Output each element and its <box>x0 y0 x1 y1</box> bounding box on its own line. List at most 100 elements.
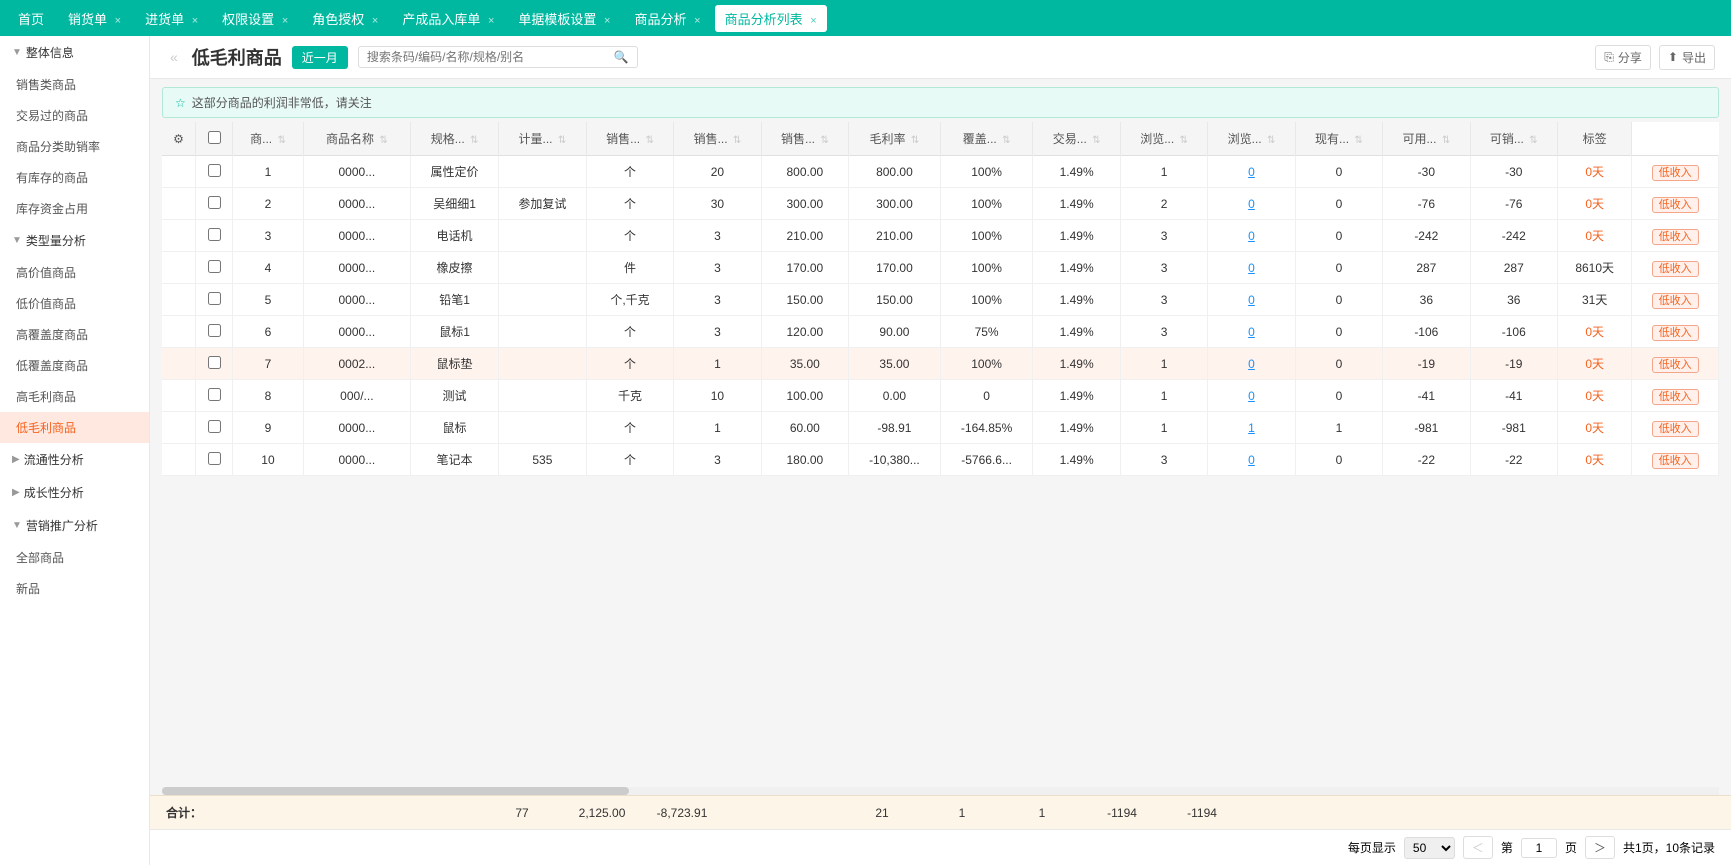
sidebar-item-all-products[interactable]: 全部商品 <box>0 542 149 573</box>
sidebar-group-overall[interactable]: ▼ 整体信息 <box>0 36 149 69</box>
close-icon[interactable]: × <box>488 15 494 27</box>
close-icon[interactable]: × <box>372 15 378 27</box>
nav-permission[interactable]: 权限设置 × <box>212 5 298 32</box>
th-unit[interactable]: 计量... ⇅ <box>498 122 586 156</box>
sidebar-group-growth[interactable]: ▶ 成长性分析 <box>0 476 149 509</box>
th-gross-rate[interactable]: 毛利率 ⇅ <box>849 122 941 156</box>
share-button[interactable]: ⎘ 分享 <box>1595 45 1651 70</box>
sidebar-collapse-button[interactable]: « <box>166 45 182 69</box>
th-sales-qty[interactable]: 销售... ⇅ <box>586 122 673 156</box>
row-select-checkbox[interactable] <box>208 260 221 273</box>
nav-home[interactable]: 首页 <box>8 5 54 32</box>
th-coverage[interactable]: 覆盖... ⇅ <box>940 122 1033 156</box>
sidebar-item-category-sales-rate[interactable]: 商品分类助销率 <box>0 131 149 162</box>
close-icon[interactable]: × <box>115 15 121 27</box>
th-code[interactable]: 商... ⇅ <box>233 122 303 156</box>
horizontal-scrollbar[interactable] <box>162 787 1719 795</box>
sidebar-item-low-margin[interactable]: 低毛利商品 <box>0 412 149 443</box>
row-checkbox[interactable] <box>195 284 232 316</box>
sidebar-item-low-coverage[interactable]: 低覆盖度商品 <box>0 350 149 381</box>
th-sales-price[interactable]: 销售... ⇅ <box>674 122 761 156</box>
sidebar-item-high-margin[interactable]: 高毛利商品 <box>0 381 149 412</box>
row-checkbox[interactable] <box>195 188 232 220</box>
page-size-select[interactable]: 50 100 200 <box>1404 837 1455 859</box>
row-browse1[interactable]: 0 <box>1208 316 1295 348</box>
sidebar-item-new-products[interactable]: 新品 <box>0 573 149 604</box>
export-button[interactable]: ⬆ 导出 <box>1659 45 1715 70</box>
table-row: 4 0000... 橡皮擦 件 3 170.00 170.00 100% 1.4… <box>162 252 1719 284</box>
sidebar-group-type-analysis[interactable]: ▼ 类型量分析 <box>0 224 149 257</box>
row-browse1[interactable]: 0 <box>1208 188 1295 220</box>
row-checkbox[interactable] <box>195 316 232 348</box>
row-checkbox[interactable] <box>195 220 232 252</box>
th-tag[interactable]: 标签 <box>1557 122 1631 156</box>
row-browse1[interactable]: 0 <box>1208 156 1295 188</box>
select-all-checkbox[interactable] <box>208 131 221 144</box>
row-browse1[interactable]: 0 <box>1208 220 1295 252</box>
close-icon[interactable]: × <box>810 15 816 27</box>
search-icon[interactable]: 🔍 <box>614 50 629 64</box>
sidebar-item-high-value[interactable]: 高价值商品 <box>0 257 149 288</box>
search-input[interactable] <box>367 50 610 64</box>
nav-product-warehouse[interactable]: 产成品入库单 × <box>392 5 504 32</box>
date-filter-button[interactable]: 近一月 <box>292 46 348 69</box>
scrollbar-thumb[interactable] <box>162 787 629 795</box>
sidebar-item-stock-funds[interactable]: 库存资金占用 <box>0 193 149 224</box>
row-trade: 3 <box>1120 252 1207 284</box>
th-spec[interactable]: 规格... ⇅ <box>411 122 499 156</box>
row-checkbox[interactable] <box>195 156 232 188</box>
row-checkbox[interactable] <box>195 348 232 380</box>
row-select-checkbox[interactable] <box>208 196 221 209</box>
close-icon[interactable]: × <box>604 15 610 27</box>
nav-purchase-order[interactable]: 进货单 × <box>135 5 208 32</box>
sidebar-group-circulation[interactable]: ▶ 流通性分析 <box>0 443 149 476</box>
sidebar-item-high-coverage[interactable]: 高覆盖度商品 <box>0 319 149 350</box>
row-checkbox[interactable] <box>195 252 232 284</box>
nav-role-auth[interactable]: 角色授权 × <box>302 5 388 32</box>
nav-product-analysis[interactable]: 商品分析 × <box>624 5 710 32</box>
th-name[interactable]: 商品名称 ⇅ <box>303 122 411 156</box>
th-browse2[interactable]: 浏览... ⇅ <box>1208 122 1295 156</box>
row-select-checkbox[interactable] <box>208 324 221 337</box>
row-select-checkbox[interactable] <box>208 356 221 369</box>
close-icon[interactable]: × <box>694 15 700 27</box>
nav-sales-order[interactable]: 销货单 × <box>58 5 131 32</box>
row-checkbox[interactable] <box>195 444 232 476</box>
row-select-checkbox[interactable] <box>208 388 221 401</box>
sidebar-item-in-stock[interactable]: 有库存的商品 <box>0 162 149 193</box>
prev-page-button[interactable]: ＜ <box>1463 836 1493 859</box>
row-checkbox[interactable] <box>195 380 232 412</box>
next-page-button[interactable]: ＞ <box>1585 836 1615 859</box>
row-browse1[interactable]: 1 <box>1208 412 1295 444</box>
sidebar-group-marketing[interactable]: ▼ 营销推广分析 <box>0 509 149 542</box>
row-browse1[interactable]: 0 <box>1208 252 1295 284</box>
table-row: 10 0000... 笔记本 535 个 3 180.00 -10,380...… <box>162 444 1719 476</box>
row-browse1[interactable]: 0 <box>1208 348 1295 380</box>
close-icon[interactable]: × <box>192 15 198 27</box>
sidebar-item-sales-products[interactable]: 销售类商品 <box>0 69 149 100</box>
row-select-checkbox[interactable] <box>208 292 221 305</box>
row-select-checkbox[interactable] <box>208 228 221 241</box>
th-current-stock[interactable]: 现有... ⇅ <box>1295 122 1382 156</box>
th-checkbox[interactable] <box>195 122 232 156</box>
sidebar-item-low-value[interactable]: 低价值商品 <box>0 288 149 319</box>
th-trade[interactable]: 交易... ⇅ <box>1033 122 1120 156</box>
row-browse1[interactable]: 0 <box>1208 444 1295 476</box>
th-sellable[interactable]: 可销... ⇅ <box>1470 122 1557 156</box>
nav-template-setting[interactable]: 单据模板设置 × <box>508 5 620 32</box>
th-settings[interactable]: ⚙ <box>162 122 195 156</box>
table-container[interactable]: ⚙ 商... ⇅ 商品名称 ⇅ 规格... ⇅ 计量... ⇅ 销售... ⇅ … <box>162 122 1719 787</box>
nav-product-analysis-list[interactable]: 商品分析列表 × <box>715 5 827 32</box>
th-browse1[interactable]: 浏览... ⇅ <box>1120 122 1207 156</box>
row-select-checkbox[interactable] <box>208 452 221 465</box>
sidebar-item-traded-products[interactable]: 交易过的商品 <box>0 100 149 131</box>
row-browse1[interactable]: 0 <box>1208 380 1295 412</box>
row-select-checkbox[interactable] <box>208 420 221 433</box>
th-available[interactable]: 可用... ⇅ <box>1383 122 1470 156</box>
page-number-input[interactable] <box>1521 838 1557 858</box>
th-sales-amount[interactable]: 销售... ⇅ <box>761 122 848 156</box>
row-browse1[interactable]: 0 <box>1208 284 1295 316</box>
close-icon[interactable]: × <box>282 15 288 27</box>
row-select-checkbox[interactable] <box>208 164 221 177</box>
row-checkbox[interactable] <box>195 412 232 444</box>
